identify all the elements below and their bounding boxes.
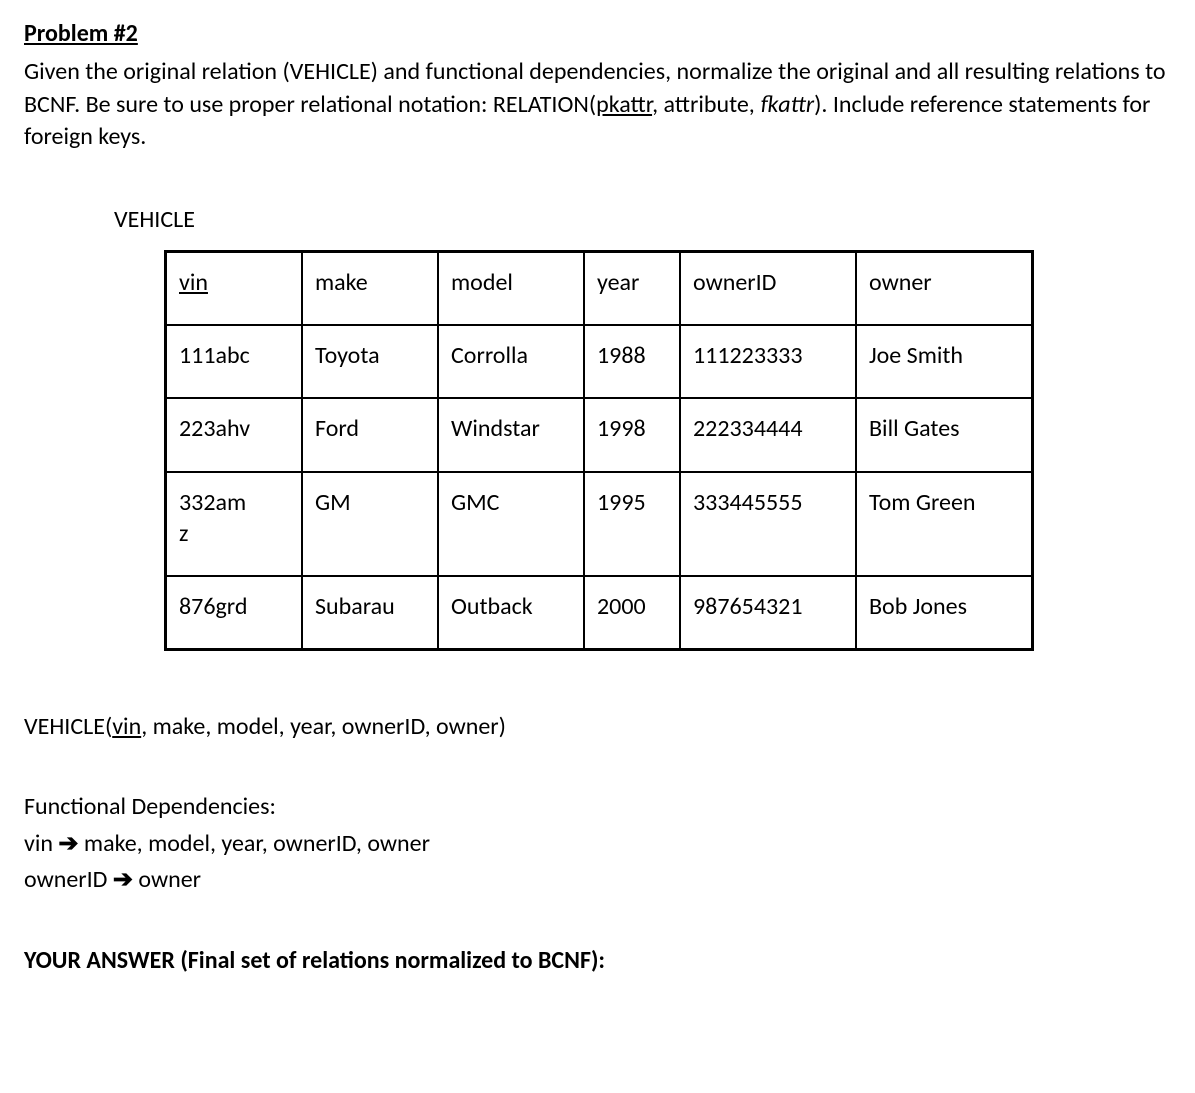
schema-pk: vin xyxy=(112,712,141,741)
cell-owner: Joe Smith xyxy=(856,325,1033,398)
fd2-rhs: owner xyxy=(133,865,201,894)
answer-heading: YOUR ANSWER (Final set of relations norm… xyxy=(24,945,1171,977)
cell-ownerid: 222334444 xyxy=(680,398,856,471)
fd-line-2: ownerID ➔ owner xyxy=(24,864,1171,896)
cell-year: 2000 xyxy=(584,576,680,650)
col-model: model xyxy=(438,251,584,325)
intro-text: Given the original relation (VEHICLE) an… xyxy=(24,56,1171,153)
cell-model: Outback xyxy=(438,576,584,650)
table-header-row: vin make model year ownerID owner xyxy=(166,251,1033,325)
table-label: VEHICLE xyxy=(114,204,1171,236)
cell-ownerid: 333445555 xyxy=(680,472,856,576)
cell-year: 1995 xyxy=(584,472,680,576)
fd-title: Functional Dependencies: xyxy=(24,791,1171,823)
table-row: 111abc Toyota Corrolla 1988 111223333 Jo… xyxy=(166,325,1033,398)
cell-vin: 111abc xyxy=(166,325,303,398)
fd1-lhs: vin xyxy=(24,829,58,858)
cell-year: 1988 xyxy=(584,325,680,398)
cell-vin: 332am z xyxy=(166,472,303,576)
cell-ownerid: 987654321 xyxy=(680,576,856,650)
col-vin: vin xyxy=(179,268,208,297)
cell-model: GMC xyxy=(438,472,584,576)
col-make: make xyxy=(302,251,438,325)
table-row: 223ahv Ford Windstar 1998 222334444 Bill… xyxy=(166,398,1033,471)
relation-schema: VEHICLE(vin, make, model, year, ownerID,… xyxy=(24,711,1171,743)
cell-vin: 876grd xyxy=(166,576,303,650)
cell-make: Subarau xyxy=(302,576,438,650)
cell-owner: Bill Gates xyxy=(856,398,1033,471)
cell-owner: Tom Green xyxy=(856,472,1033,576)
table-row: 876grd Subarau Outback 2000 987654321 Bo… xyxy=(166,576,1033,650)
schema-rest: , make, model, year, ownerID, owner) xyxy=(141,712,506,741)
cell-model: Windstar xyxy=(438,398,584,471)
cell-make: Toyota xyxy=(302,325,438,398)
cell-ownerid: 111223333 xyxy=(680,325,856,398)
col-year: year xyxy=(584,251,680,325)
cell-make: GM xyxy=(302,472,438,576)
fd1-rhs: make, model, year, ownerID, owner xyxy=(79,829,430,858)
cell-vin: 223ahv xyxy=(166,398,303,471)
arrow-icon: ➔ xyxy=(113,865,133,894)
fd2-lhs: ownerID xyxy=(24,865,113,894)
intro-pkattr: pkattr xyxy=(596,90,652,119)
cell-owner: Bob Jones xyxy=(856,576,1033,650)
vehicle-table: vin make model year ownerID owner 111abc… xyxy=(164,250,1034,651)
cell-year: 1998 xyxy=(584,398,680,471)
cell-model: Corrolla xyxy=(438,325,584,398)
fd-line-1: vin ➔ make, model, year, ownerID, owner xyxy=(24,828,1171,860)
arrow-icon: ➔ xyxy=(58,829,78,858)
col-owner: owner xyxy=(856,251,1033,325)
schema-rel: VEHICLE( xyxy=(24,712,112,741)
intro-mid: , attribute, xyxy=(652,90,760,119)
problem-title: Problem #2 xyxy=(24,18,1171,50)
intro-fkattr: fkattr xyxy=(760,90,814,119)
table-row: 332am z GM GMC 1995 333445555 Tom Green xyxy=(166,472,1033,576)
col-ownerid: ownerID xyxy=(680,251,856,325)
cell-make: Ford xyxy=(302,398,438,471)
